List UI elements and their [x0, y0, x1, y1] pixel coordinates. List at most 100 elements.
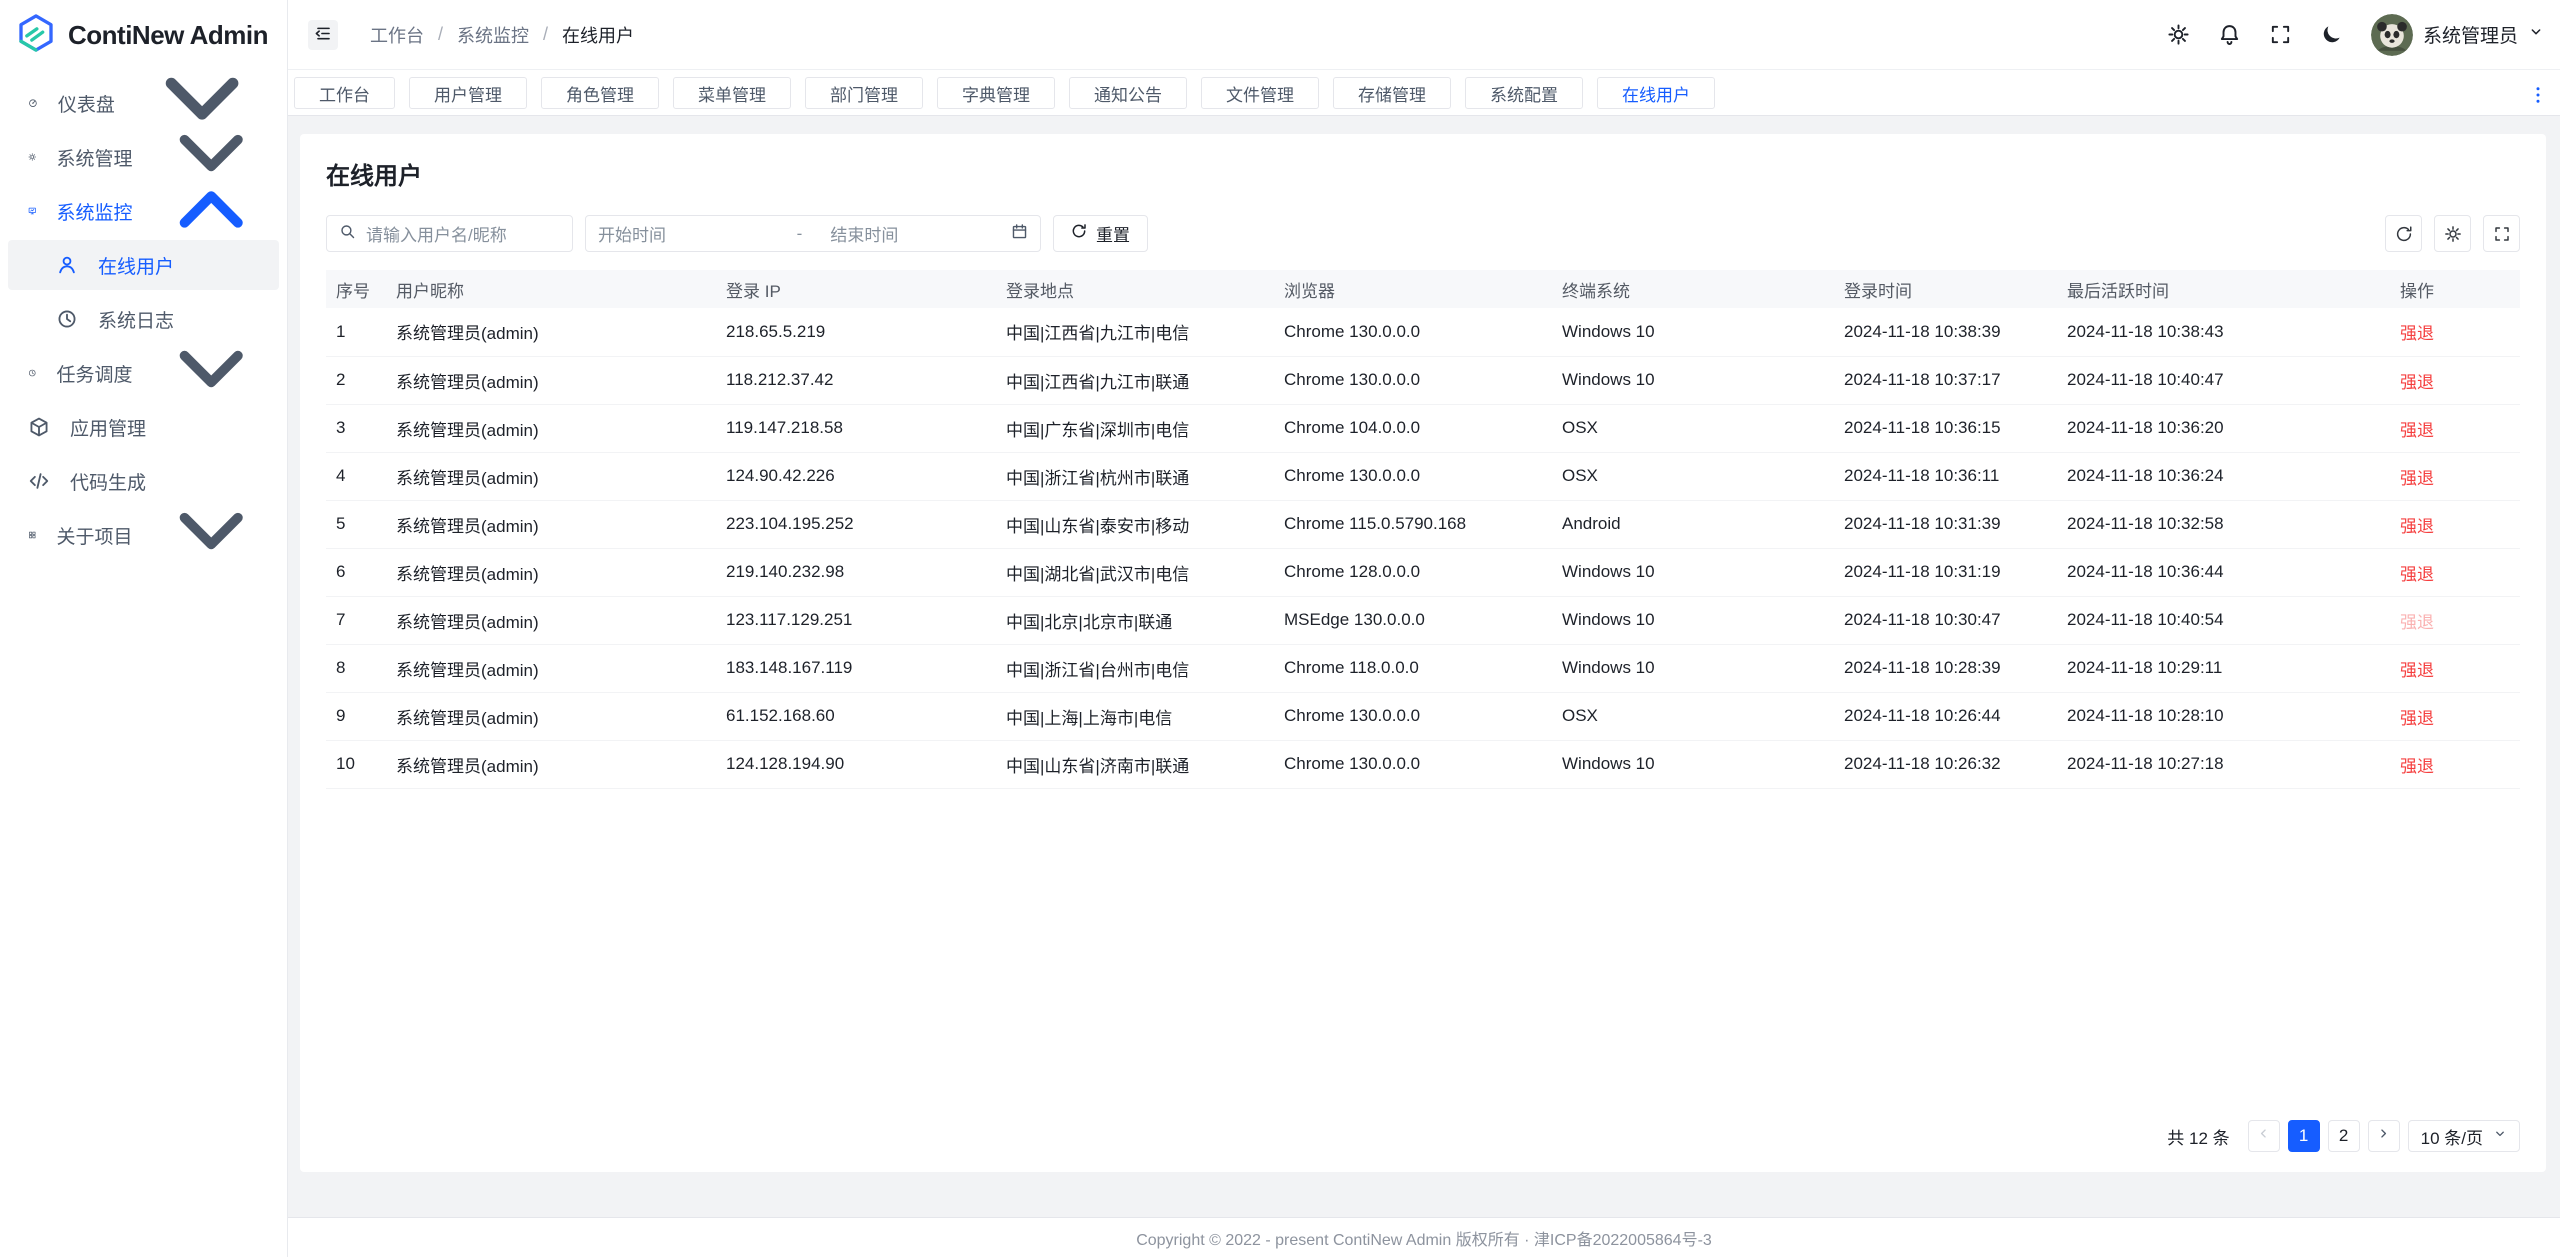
- fullscreen-icon: [2269, 23, 2292, 46]
- fullscreen-button[interactable]: [2269, 23, 2292, 46]
- force-logout-link[interactable]: 强退: [2400, 421, 2434, 440]
- dark-mode-button[interactable]: [2320, 23, 2343, 46]
- sidebar-collapse-button[interactable]: [308, 20, 338, 50]
- page-content: 在线用户 请输入用户名/昵称 开始时间 - 结束时间: [288, 116, 2560, 1217]
- force-logout-link[interactable]: 强退: [2400, 709, 2434, 728]
- sidebar-item-label: 在线用户: [98, 252, 261, 279]
- column-header: 浏览器: [1274, 270, 1552, 308]
- force-logout-link[interactable]: 强退: [2400, 324, 2434, 343]
- pagination: 共 12 条 12 10 条/页: [326, 1120, 2520, 1152]
- cell-login_time: 2024-11-18 10:26:32: [1834, 740, 2057, 788]
- chevron-down-icon: [153, 474, 269, 596]
- cell-no: 5: [326, 500, 386, 548]
- cell-browser: Chrome 130.0.0.0: [1274, 692, 1552, 740]
- code-icon: [28, 470, 50, 492]
- tab-dict-mgmt[interactable]: 字典管理: [937, 77, 1055, 109]
- cell-action: 强退: [2390, 404, 2520, 452]
- dots-vertical-icon: [2528, 85, 2548, 108]
- cell-login_time: 2024-11-18 10:36:15: [1834, 404, 2057, 452]
- column-header: 操作: [2390, 270, 2520, 308]
- breadcrumb-item[interactable]: 工作台: [370, 22, 424, 48]
- cell-ip: 218.65.5.219: [716, 308, 996, 356]
- main-area: 工作台/系统监控/在线用户: [288, 0, 2560, 1257]
- tabbar: 工作台用户管理角色管理菜单管理部门管理字典管理通知公告文件管理存储管理系统配置在…: [288, 70, 2560, 116]
- force-logout-link[interactable]: 强退: [2400, 373, 2434, 392]
- cell-action: 强退: [2390, 740, 2520, 788]
- notifications-button[interactable]: [2218, 23, 2241, 46]
- cell-last_active: 2024-11-18 10:27:18: [2057, 740, 2390, 788]
- force-logout-link[interactable]: 强退: [2400, 565, 2434, 584]
- topbar-actions: 系统管理员: [2167, 14, 2544, 56]
- force-logout-link[interactable]: 强退: [2400, 757, 2434, 776]
- table-row: 9系统管理员(admin)61.152.168.60中国|上海|上海市|电信Ch…: [326, 692, 2520, 740]
- cell-location: 中国|北京|北京市|联通: [996, 596, 1274, 644]
- clock-icon: [56, 308, 78, 330]
- tab-user-mgmt[interactable]: 用户管理: [409, 77, 527, 109]
- cell-nickname: 系统管理员(admin): [386, 356, 716, 404]
- tab-online-user[interactable]: 在线用户: [1597, 77, 1715, 109]
- reset-button[interactable]: 重置: [1053, 215, 1148, 252]
- tab-sys-config[interactable]: 系统配置: [1465, 77, 1583, 109]
- cell-last_active: 2024-11-18 10:36:24: [2057, 452, 2390, 500]
- force-logout-link[interactable]: 强退: [2400, 517, 2434, 536]
- force-logout-link[interactable]: 强退: [2400, 661, 2434, 680]
- cell-os: OSX: [1552, 404, 1834, 452]
- cell-browser: Chrome 130.0.0.0: [1274, 452, 1552, 500]
- pagination-prev-button[interactable]: [2248, 1120, 2280, 1152]
- tab-file-mgmt[interactable]: 文件管理: [1201, 77, 1319, 109]
- cell-browser: Chrome 130.0.0.0: [1274, 356, 1552, 404]
- sidebar-item-system-monitor[interactable]: 系统监控: [0, 184, 287, 238]
- force-logout-link[interactable]: 强退: [2400, 469, 2434, 488]
- toolbar-fullscreen-button[interactable]: [2483, 215, 2520, 252]
- page-title: 在线用户: [326, 156, 2520, 191]
- column-header: 序号: [326, 270, 386, 308]
- toolbar-refresh-button[interactable]: [2385, 215, 2422, 252]
- cell-nickname: 系统管理员(admin): [386, 548, 716, 596]
- tab-notice[interactable]: 通知公告: [1069, 77, 1187, 109]
- cell-ip: 223.104.195.252: [716, 500, 996, 548]
- pagination-page-1[interactable]: 1: [2288, 1120, 2320, 1152]
- sidebar-item-label: 应用管理: [70, 414, 269, 441]
- tab-role-mgmt[interactable]: 角色管理: [541, 77, 659, 109]
- sidebar-item-job-schedule[interactable]: 任务调度: [0, 346, 287, 400]
- pagination-page-2[interactable]: 2: [2328, 1120, 2360, 1152]
- tab-menu-mgmt[interactable]: 菜单管理: [673, 77, 791, 109]
- cell-action: 强退: [2390, 452, 2520, 500]
- toolbar-gear-button[interactable]: [2434, 215, 2471, 252]
- sidebar-item-label: 任务调度: [57, 360, 133, 387]
- spacer: [326, 789, 2520, 1121]
- sidebar-item-about-project[interactable]: 关于项目: [0, 508, 287, 562]
- user-menu[interactable]: 系统管理员: [2371, 14, 2544, 56]
- cell-last_active: 2024-11-18 10:38:43: [2057, 308, 2390, 356]
- gear-icon: [2167, 23, 2190, 46]
- clock-icon: [28, 362, 37, 384]
- page-size-select[interactable]: 10 条/页: [2408, 1120, 2520, 1152]
- cell-ip: 123.117.129.251: [716, 596, 996, 644]
- cell-browser: Chrome 104.0.0.0: [1274, 404, 1552, 452]
- date-end-placeholder: 结束时间: [830, 221, 1001, 246]
- date-range-picker[interactable]: 开始时间 - 结束时间: [585, 215, 1041, 252]
- cell-last_active: 2024-11-18 10:40:47: [2057, 356, 2390, 404]
- breadcrumb-item[interactable]: 系统监控: [457, 22, 529, 48]
- tab-dept-mgmt[interactable]: 部门管理: [805, 77, 923, 109]
- user-icon: [56, 254, 78, 276]
- cell-last_active: 2024-11-18 10:36:20: [2057, 404, 2390, 452]
- tab-workplace[interactable]: 工作台: [294, 77, 395, 109]
- cell-action: 强退: [2390, 644, 2520, 692]
- cell-login_time: 2024-11-18 10:37:17: [1834, 356, 2057, 404]
- breadcrumb-separator: /: [543, 24, 548, 45]
- cell-browser: Chrome 130.0.0.0: [1274, 308, 1552, 356]
- column-header: 登录时间: [1834, 270, 2057, 308]
- cell-login_time: 2024-11-18 10:31:19: [1834, 548, 2057, 596]
- cell-nickname: 系统管理员(admin): [386, 500, 716, 548]
- search-input[interactable]: 请输入用户名/昵称: [326, 215, 573, 252]
- cell-ip: 61.152.168.60: [716, 692, 996, 740]
- settings-button[interactable]: [2167, 23, 2190, 46]
- tab-more-button[interactable]: [2528, 85, 2548, 108]
- column-header: 用户昵称: [386, 270, 716, 308]
- cell-action: 强退: [2390, 596, 2520, 644]
- app-root: ContiNew Admin 仪表盘系统管理系统监控在线用户系统日志任务调度应用…: [0, 0, 2560, 1257]
- sidebar-menu: 仪表盘系统管理系统监控在线用户系统日志任务调度应用管理代码生成关于项目: [0, 70, 287, 562]
- pagination-next-button[interactable]: [2368, 1120, 2400, 1152]
- tab-storage-mgmt[interactable]: 存储管理: [1333, 77, 1451, 109]
